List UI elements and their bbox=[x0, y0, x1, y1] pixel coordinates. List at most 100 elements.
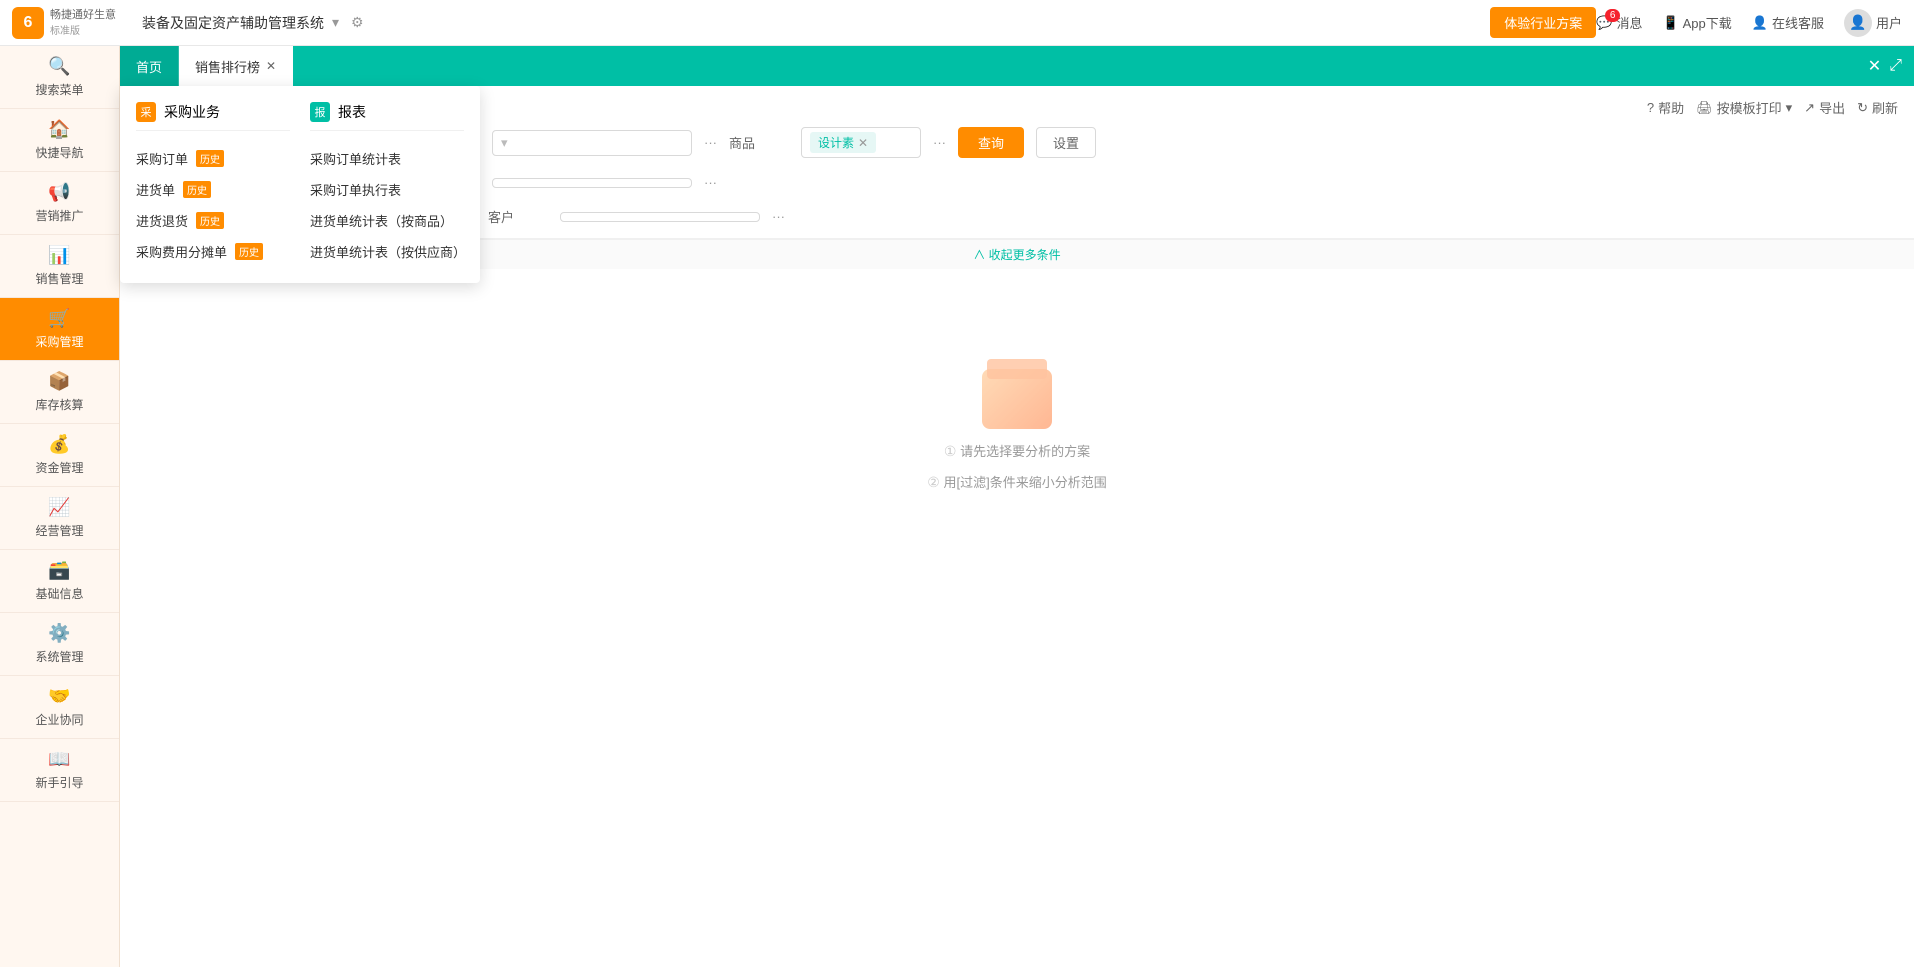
empty-hint-1: ① 请先选择要分析的方案 bbox=[944, 441, 1090, 460]
purchase-icon: 🛒 bbox=[48, 308, 70, 329]
settings-gear-icon[interactable]: ⚙ bbox=[351, 14, 364, 31]
logo-text: 畅捷通好生意 bbox=[50, 8, 116, 22]
sidebar-item-inventory[interactable]: 📦 库存核算 bbox=[0, 361, 119, 424]
tab-sales-ranking[interactable]: 销售排行榜 ✕ bbox=[179, 46, 293, 86]
purchase-col-header: 采 采购业务 bbox=[136, 102, 290, 131]
sidebar-label-search: 搜索菜单 bbox=[35, 81, 83, 98]
help-icon: ? bbox=[1647, 100, 1654, 115]
goods-tag-close[interactable]: ✕ bbox=[858, 136, 868, 150]
top-header: 6 畅捷通好生意 标准版 装备及固定资产辅助管理系统 ▾ ⚙ 体验行业方案 💬 … bbox=[0, 0, 1914, 46]
app-download-item[interactable]: 📱 App下载 bbox=[1662, 13, 1731, 32]
toolbar-right: ? 帮助 🖨 按模板打印 ▾ ↗ 导出 ↻ 刷新 bbox=[1647, 98, 1898, 117]
stock-stats-goods-label: 进货单统计表（按商品） bbox=[310, 211, 453, 230]
sidebar-item-marketing[interactable]: 📢 营销推广 bbox=[0, 172, 119, 235]
tab-sales-label: 销售排行榜 bbox=[195, 57, 260, 76]
sidebar-item-basic[interactable]: 🗃️ 基础信息 bbox=[0, 550, 119, 613]
settings-button[interactable]: 设置 bbox=[1036, 127, 1096, 158]
sidebar-item-sales[interactable]: 📊 销售管理 bbox=[0, 235, 119, 298]
system-title: 装备及固定资产辅助管理系统 ▾ ⚙ bbox=[132, 13, 1480, 33]
tab-home-label: 首页 bbox=[136, 57, 162, 76]
message-badge: 6 bbox=[1605, 9, 1621, 22]
customer-label: 客户 bbox=[488, 207, 548, 226]
refresh-btn[interactable]: ↻ 刷新 bbox=[1857, 98, 1898, 117]
tab-bar-actions: ✕ ⤢ bbox=[1856, 46, 1914, 86]
export-btn[interactable]: ↗ 导出 bbox=[1804, 98, 1845, 117]
purchase-col: 采 采购业务 采购订单 历史 进货单 历史 进货退货 历史 采购费用分摊单 历史 bbox=[136, 102, 290, 267]
basic-icon: 🗃️ bbox=[48, 560, 70, 581]
refresh-icon: ↻ bbox=[1857, 100, 1868, 116]
online-service-item[interactable]: 👤 在线客服 bbox=[1752, 13, 1824, 32]
dropdown-item-stock-stats-goods[interactable]: 进货单统计表（按商品） bbox=[310, 205, 464, 236]
home-icon: 🏠 bbox=[48, 119, 70, 140]
purchase-dropdown-menu: 采 采购业务 采购订单 历史 进货单 历史 进货退货 历史 采购费用分摊单 历史 bbox=[120, 86, 480, 283]
help-btn[interactable]: ? 帮助 bbox=[1647, 98, 1684, 117]
empty-illustration bbox=[967, 349, 1067, 429]
sidebar-item-search[interactable]: 🔍 搜索菜单 bbox=[0, 46, 119, 109]
system-icon: ⚙️ bbox=[48, 623, 70, 644]
history-badge-0: 历史 bbox=[196, 150, 224, 167]
sidebar-item-enterprise[interactable]: 🤝 企业协同 bbox=[0, 676, 119, 739]
user-avatar: 👤 bbox=[1844, 9, 1872, 37]
salesman-input[interactable] bbox=[492, 178, 692, 188]
stock-stats-supplier-label: 进货单统计表（按供应商） bbox=[310, 242, 464, 261]
customer-dots: ··· bbox=[772, 209, 785, 224]
empty-box bbox=[982, 369, 1052, 429]
dropdown-item-expense[interactable]: 采购费用分摊单 历史 bbox=[136, 236, 290, 267]
logo-area: 6 畅捷通好生意 标准版 bbox=[12, 7, 132, 39]
finance-icon: 💰 bbox=[48, 434, 70, 455]
system-dropdown-icon[interactable]: ▾ bbox=[332, 14, 339, 31]
expense-label: 采购费用分摊单 bbox=[136, 242, 227, 261]
query-button[interactable]: 查询 bbox=[958, 127, 1024, 158]
export-icon: ↗ bbox=[1804, 100, 1815, 116]
sidebar-label-system: 系统管理 bbox=[35, 648, 83, 665]
status-input[interactable]: ▾ bbox=[492, 130, 692, 156]
dropdown-item-stock-return[interactable]: 进货退货 历史 bbox=[136, 205, 290, 236]
sidebar-label-marketing: 营销推广 bbox=[35, 207, 83, 224]
message-item[interactable]: 💬 6 消息 bbox=[1596, 13, 1642, 32]
service-icon: 👤 bbox=[1752, 15, 1768, 31]
sidebar-label-sales: 销售管理 bbox=[35, 270, 83, 287]
sidebar-label-inventory: 库存核算 bbox=[35, 396, 83, 413]
sidebar-item-guide[interactable]: 📖 新手引导 bbox=[0, 739, 119, 802]
tab-close-all-icon[interactable]: ✕ bbox=[1868, 56, 1881, 76]
experience-btn[interactable]: 体验行业方案 bbox=[1490, 7, 1596, 38]
sidebar-label-enterprise: 企业协同 bbox=[35, 711, 83, 728]
customer-input[interactable] bbox=[560, 212, 760, 222]
sidebar: 🔍 搜索菜单 🏠 快捷导航 📢 营销推广 📊 销售管理 🛒 采购管理 📦 库存核… bbox=[0, 46, 120, 967]
goods-label: 商品 bbox=[729, 133, 789, 152]
history-badge-3: 历史 bbox=[235, 243, 263, 260]
stock-return-label: 进货退货 bbox=[136, 211, 188, 230]
message-label: 消息 bbox=[1616, 13, 1642, 32]
sidebar-item-finance[interactable]: 💰 资金管理 bbox=[0, 424, 119, 487]
dropdown-item-purchase-order[interactable]: 采购订单 历史 bbox=[136, 143, 290, 174]
sidebar-item-nav[interactable]: 🏠 快捷导航 bbox=[0, 109, 119, 172]
tab-home[interactable]: 首页 bbox=[120, 46, 179, 86]
print-btn[interactable]: 🖨 按模板打印 ▾ bbox=[1696, 98, 1792, 117]
print-dropdown-icon: ▾ bbox=[1786, 100, 1793, 116]
goods-tag: 设计素 ✕ bbox=[810, 132, 876, 153]
collapse-icon: ∧ bbox=[973, 248, 988, 262]
goods-input[interactable]: 设计素 ✕ bbox=[801, 127, 921, 158]
tab-maximize-icon[interactable]: ⤢ bbox=[1889, 57, 1902, 75]
dropdown-item-stock-in[interactable]: 进货单 历史 bbox=[136, 174, 290, 205]
dropdown-item-order-exec[interactable]: 采购订单执行表 bbox=[310, 174, 464, 205]
sidebar-label-basic: 基础信息 bbox=[35, 585, 83, 602]
order-exec-label: 采购订单执行表 bbox=[310, 180, 401, 199]
sidebar-item-system[interactable]: ⚙️ 系统管理 bbox=[0, 613, 119, 676]
sidebar-item-purchase[interactable]: 🛒 采购管理 bbox=[0, 298, 119, 361]
dropdown-item-order-stats[interactable]: 采购订单统计表 bbox=[310, 143, 464, 174]
tab-close-icon[interactable]: ✕ bbox=[266, 59, 276, 73]
logo-icon: 6 bbox=[12, 7, 44, 39]
dropdown-item-stock-stats-supplier[interactable]: 进货单统计表（按供应商） bbox=[310, 236, 464, 267]
operations-icon: 📈 bbox=[48, 497, 70, 518]
user-item[interactable]: 👤 用户 bbox=[1844, 9, 1902, 37]
goods-dots: ··· bbox=[933, 135, 946, 150]
sidebar-label-operations: 经营管理 bbox=[35, 522, 83, 539]
online-service-label: 在线客服 bbox=[1772, 13, 1824, 32]
header-right: 💬 6 消息 📱 App下载 👤 在线客服 👤 用户 bbox=[1596, 9, 1902, 37]
dropdown-columns: 采 采购业务 采购订单 历史 进货单 历史 进货退货 历史 采购费用分摊单 历史 bbox=[136, 102, 464, 267]
sidebar-item-operations[interactable]: 📈 经营管理 bbox=[0, 487, 119, 550]
sidebar-label-nav: 快捷导航 bbox=[35, 144, 83, 161]
history-badge-1: 历史 bbox=[183, 181, 211, 198]
sidebar-label-guide: 新手引导 bbox=[35, 774, 83, 791]
